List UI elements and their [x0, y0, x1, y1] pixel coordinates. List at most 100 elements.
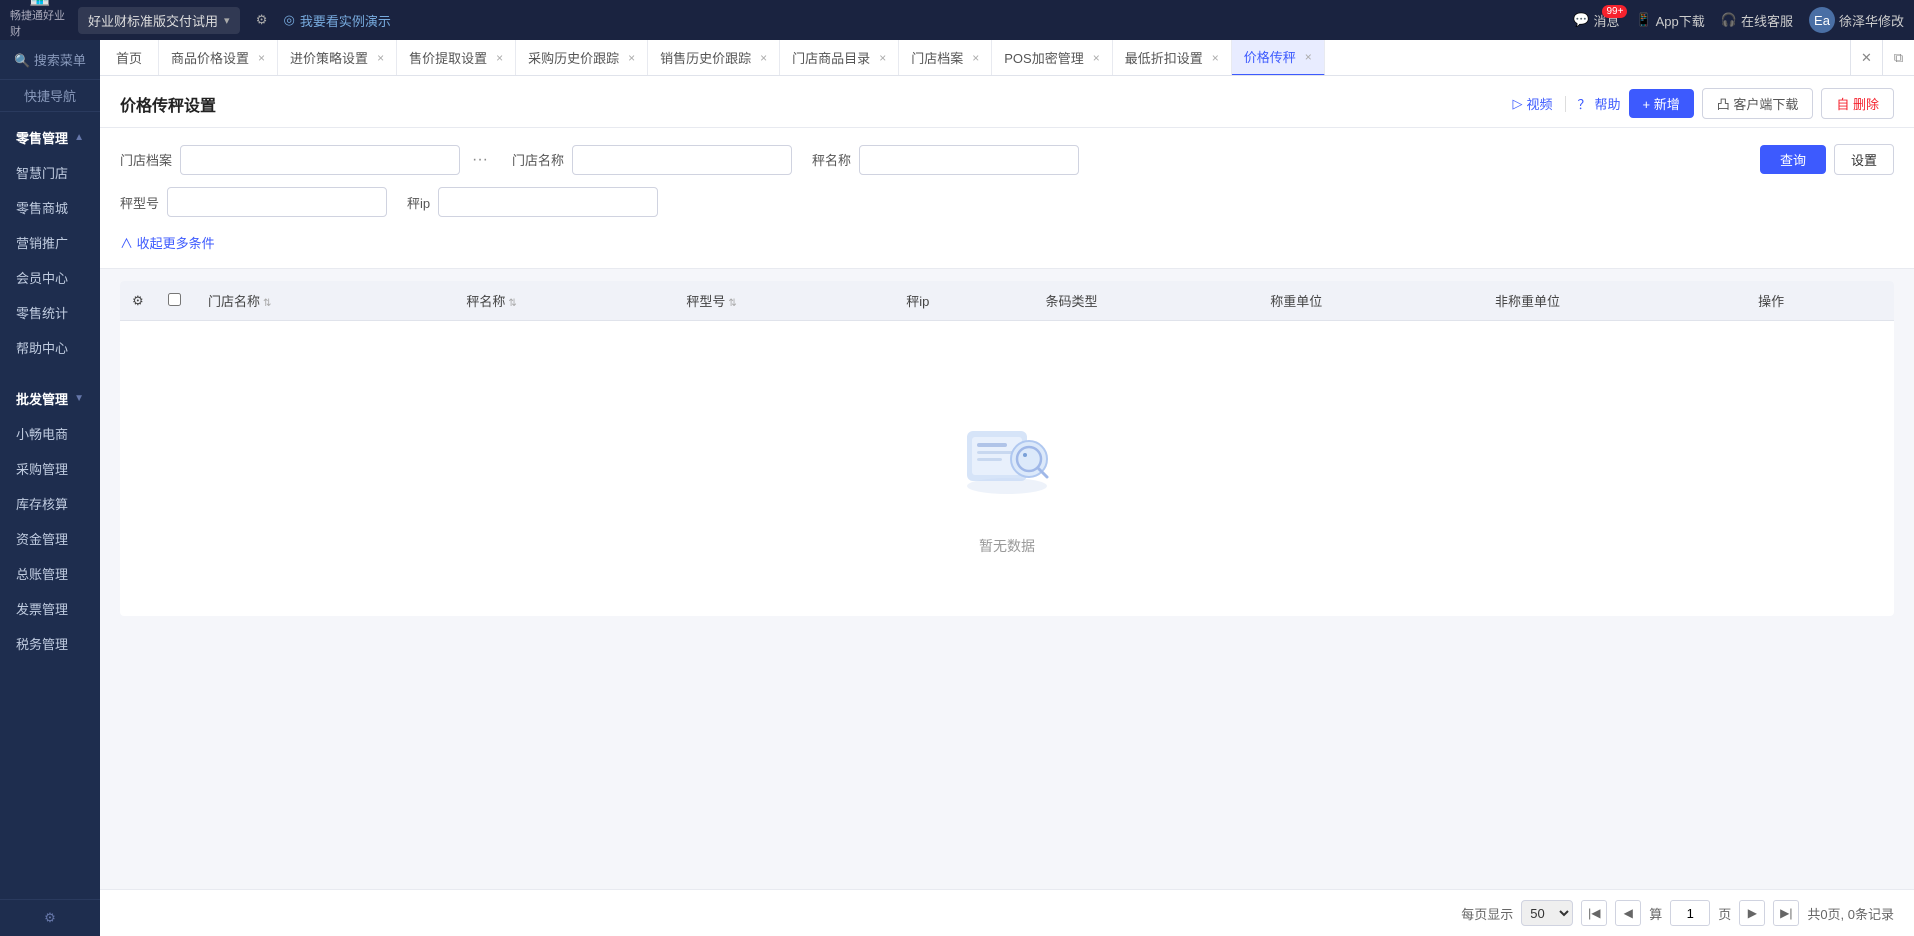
close-tab-store-file[interactable]: ×	[972, 51, 979, 65]
tab-price-scale[interactable]: 价格传秤 ×	[1232, 40, 1325, 76]
close-tab-pos-manage[interactable]: ×	[1093, 51, 1100, 65]
th-weight-unit: 称重单位	[1258, 281, 1483, 321]
add-btn[interactable]: + 新增	[1629, 89, 1694, 118]
topbar-right: 💬 消息 99+ 📱 App下载 🎧 在线客服 Ea 徐泽华修改	[1573, 7, 1904, 33]
sidebar-item-small-ecom[interactable]: 小畅电商	[6, 416, 94, 451]
table-area: ⚙ 门店名称⇅ 秤名称⇅ 秤型号⇅	[100, 269, 1914, 889]
filter-scale-model-input[interactable]	[167, 187, 387, 217]
sidebar-quick-nav[interactable]: 快捷导航	[0, 80, 100, 112]
close-tab-sale-extract[interactable]: ×	[496, 51, 503, 65]
filter-store-name-label: 门店名称	[512, 150, 564, 169]
filter-scale-name-input[interactable]	[859, 145, 1079, 175]
download-client-btn[interactable]: 凸 客户端下载	[1702, 88, 1814, 119]
th-barcode-type: 条码类型	[1034, 281, 1259, 321]
settings-gear-icon[interactable]: ⚙	[248, 6, 276, 34]
close-tab-purchase-strategy[interactable]: ×	[377, 51, 384, 65]
close-tab-price-manage[interactable]: ×	[258, 51, 265, 65]
user-name: 徐泽华修改	[1839, 11, 1904, 30]
th-store-name: 门店名称⇅	[196, 281, 454, 321]
sidebar-item-tax[interactable]: 税务管理	[6, 626, 94, 661]
delete-btn[interactable]: 自 删除	[1821, 88, 1894, 119]
tab-sale-history[interactable]: 销售历史价跟踪 ×	[648, 40, 780, 76]
per-page-select[interactable]: 50 10 20 100	[1521, 900, 1573, 926]
filter-scale-name-label: 秤名称	[812, 150, 851, 169]
main-content: 首页 商品价格设置 × 进价策略设置 × 售价提取设置 × 采购历史价跟踪 × …	[100, 40, 1914, 936]
sidebar-settings-btn[interactable]: ⚙	[0, 899, 100, 936]
close-tab-sale-history[interactable]: ×	[760, 51, 767, 65]
filter-store-name-input[interactable]	[572, 145, 792, 175]
tab-store-catalog[interactable]: 门店商品目录 ×	[780, 40, 899, 76]
version-selector[interactable]: 好业财标准版交付试用 ▾	[78, 7, 240, 34]
user-profile-btn[interactable]: Ea 徐泽华修改	[1809, 7, 1904, 33]
close-all-tabs-btn[interactable]: ✕	[1850, 40, 1882, 76]
filter-scale-ip: 秤ip	[407, 187, 658, 217]
message-btn[interactable]: 💬 消息 99+	[1573, 11, 1619, 30]
avatar: Ea	[1809, 7, 1835, 33]
video-link[interactable]: ▷ 视频	[1512, 94, 1552, 113]
online-service-btn[interactable]: 🎧 在线客服	[1721, 11, 1793, 30]
query-btn-label: 查询	[1780, 150, 1806, 169]
sidebar-item-marketing[interactable]: 营销推广	[6, 225, 94, 260]
tab-price-manage[interactable]: 商品价格设置 ×	[159, 40, 278, 76]
next-page-btn[interactable]: ▶	[1739, 900, 1765, 926]
sidebar-item-smart-store[interactable]: 智慧门店	[6, 155, 94, 190]
page-label: 算	[1649, 904, 1662, 923]
filter-row-1: 门店档案 ··· 门店名称 秤名称 查询 设置	[120, 144, 1894, 175]
filter-scale-ip-input[interactable]	[438, 187, 658, 217]
filter-store-dots[interactable]: ···	[468, 151, 492, 169]
app-download-btn[interactable]: 📱 App下载	[1635, 11, 1704, 30]
sidebar-item-ledger[interactable]: 总账管理	[6, 556, 94, 591]
page-input[interactable]	[1670, 900, 1710, 926]
close-tab-store-catalog[interactable]: ×	[879, 51, 886, 65]
sidebar-item-inventory[interactable]: 库存核算	[6, 486, 94, 521]
tabbar-end: ✕ ⧉	[1850, 40, 1914, 76]
help-link[interactable]: ？ 帮助	[1578, 94, 1621, 113]
sidebar-section-wholesale: 批发管理 ▼ 小畅电商 采购管理 库存核算 资金管理 总账管理 发票管理 税务管…	[0, 373, 100, 669]
tab-pos-manage[interactable]: POS加密管理 ×	[992, 40, 1112, 76]
filter-store-name: 门店名称	[512, 145, 792, 175]
chevron-down-icon: ▾	[224, 14, 230, 27]
divider	[1565, 96, 1566, 112]
tab-store-file[interactable]: 门店档案 ×	[899, 40, 992, 76]
filter-store-input[interactable]	[180, 145, 460, 175]
demo-icon: ◎	[284, 12, 295, 28]
tab-purchase-strategy[interactable]: 进价策略设置 ×	[278, 40, 397, 76]
sidebar-item-help-center[interactable]: 帮助中心	[6, 330, 94, 365]
table-body: 暂无数据	[120, 321, 1894, 617]
sidebar-item-invoice[interactable]: 发票管理	[6, 591, 94, 626]
more-tabs-btn[interactable]: ⧉	[1882, 40, 1914, 76]
demo-link[interactable]: ◎ 我要看实例演示	[284, 11, 391, 30]
select-all-checkbox[interactable]	[168, 293, 181, 306]
th-scale-model: 秤型号⇅	[674, 281, 894, 321]
filter-store-file: 门店档案 ···	[120, 145, 492, 175]
sidebar-search[interactable]: 🔍 搜索菜单	[0, 40, 100, 80]
first-page-btn[interactable]: |◀	[1581, 900, 1607, 926]
sidebar-item-finance[interactable]: 资金管理	[6, 521, 94, 556]
chevron-down-icon: ▼	[74, 393, 84, 404]
message-icon: 💬	[1573, 12, 1589, 28]
query-btn[interactable]: 查询	[1760, 145, 1826, 174]
sidebar-item-member-center[interactable]: 会员中心	[6, 260, 94, 295]
prev-page-btn[interactable]: ◀	[1615, 900, 1641, 926]
tab-home[interactable]: 首页	[100, 40, 159, 76]
empty-text: 暂无数据	[979, 536, 1035, 556]
tab-purchase-history[interactable]: 采购历史价跟踪 ×	[516, 40, 648, 76]
filter-collapse-btn[interactable]: ∧ 收起更多条件	[120, 233, 1894, 252]
close-tab-price-scale[interactable]: ×	[1305, 50, 1312, 64]
filter-scale-ip-label: 秤ip	[407, 193, 430, 212]
sidebar-item-retail-mall[interactable]: 零售商城	[6, 190, 94, 225]
sidebar-item-purchase-mgmt[interactable]: 采购管理	[6, 451, 94, 486]
sidebar-item-wholesale-mgmt[interactable]: 批发管理 ▼	[6, 381, 94, 416]
sidebar-item-retail-mgmt[interactable]: 零售管理 ▲	[6, 120, 94, 155]
sidebar-item-retail-stats[interactable]: 零售统计	[6, 295, 94, 330]
avatar-text: Ea	[1814, 13, 1830, 28]
set-btn[interactable]: 设置	[1834, 144, 1894, 175]
table-gear-icon[interactable]: ⚙	[132, 293, 144, 308]
close-tab-min-discount[interactable]: ×	[1212, 51, 1219, 65]
close-tab-purchase-history[interactable]: ×	[628, 51, 635, 65]
tab-sale-extract[interactable]: 售价提取设置 ×	[397, 40, 516, 76]
set-btn-label: 设置	[1851, 150, 1877, 169]
tab-min-discount[interactable]: 最低折扣设置 ×	[1113, 40, 1232, 76]
filter-collapse-row: ∧ 收起更多条件	[120, 229, 1894, 260]
last-page-btn[interactable]: ▶|	[1773, 900, 1799, 926]
